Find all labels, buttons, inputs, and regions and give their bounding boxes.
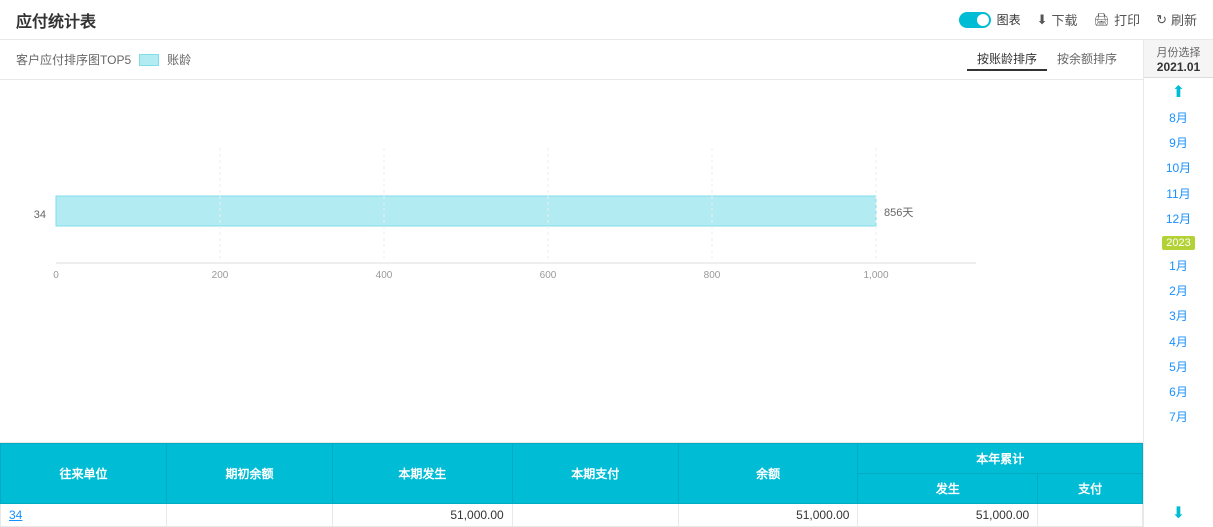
sort-tab-balance[interactable]: 按余额排序: [1047, 48, 1127, 71]
sidebar-label: 月份选择: [1148, 44, 1209, 60]
refresh-label: 刷新: [1171, 10, 1197, 29]
legend-box: [139, 54, 159, 66]
chart-toggle-group[interactable]: 图表: [959, 11, 1021, 28]
month-item-9[interactable]: 9月: [1144, 131, 1213, 156]
svg-text:800: 800: [704, 270, 721, 281]
month-item-3[interactable]: 3月: [1144, 304, 1213, 329]
chart-toggle-switch[interactable]: [959, 12, 991, 28]
download-button[interactable]: ⬇ 下载: [1037, 10, 1078, 29]
sort-tab-age[interactable]: 按账龄排序: [967, 48, 1047, 71]
svg-text:400: 400: [376, 270, 393, 281]
sidebar-header: 月份选择 2021.01: [1144, 40, 1213, 78]
bar-y-label: 34: [34, 209, 46, 221]
sidebar-scroll: ⬆ 8月 9月 10月 11月 12月 2023 1月 2月 3月 4月 5月 …: [1144, 78, 1213, 527]
th-unit: 往来单位: [1, 444, 167, 504]
print-icon: 🖨: [1094, 12, 1111, 28]
refresh-icon: ↻: [1156, 12, 1167, 28]
month-item-4[interactable]: 4月: [1144, 330, 1213, 355]
year-badge: 2023: [1162, 236, 1194, 250]
td-occurred: 51,000.00: [333, 504, 513, 527]
month-item-12[interactable]: 12月: [1144, 207, 1213, 232]
chart-canvas: 34 856天 0 200 400 600 800 1,000: [0, 80, 1143, 442]
td-opening: [167, 504, 333, 527]
bar-chart-svg: 34 856天 0 200 400 600 800 1,000: [16, 88, 1127, 318]
th-opening: 期初余额: [167, 444, 333, 504]
chart-legend: 客户应付排序图TOP5 账龄: [16, 51, 191, 68]
chart-toggle-label: 图表: [997, 11, 1021, 28]
scroll-down-arrow[interactable]: ⬇: [1144, 499, 1213, 527]
th-ytd-paid: 支付: [1038, 474, 1143, 504]
data-table: 往来单位 期初余额 本期发生 本期支付 余额 本年累计 发生 支付: [0, 443, 1143, 527]
th-paid: 本期支付: [512, 444, 678, 504]
right-sidebar: 月份选择 2021.01 ⬆ 8月 9月 10月 11月 12月 2023 1月…: [1143, 40, 1213, 527]
th-balance: 余额: [678, 444, 858, 504]
td-ytd-paid: [1038, 504, 1143, 527]
download-icon: ⬇: [1037, 12, 1048, 28]
bar-end-label: 856天: [884, 207, 913, 219]
scroll-up-arrow[interactable]: ⬆: [1144, 78, 1213, 106]
month-item-2[interactable]: 2月: [1144, 279, 1213, 304]
month-item-5[interactable]: 5月: [1144, 355, 1213, 380]
print-button[interactable]: 🖨 打印: [1094, 10, 1141, 29]
print-label: 打印: [1114, 10, 1140, 29]
sidebar-months: 8月 9月 10月 11月 12月 2023 1月 2月 3月 4月 5月 6月…: [1144, 106, 1213, 499]
refresh-button[interactable]: ↻ 刷新: [1156, 10, 1197, 29]
month-item-1[interactable]: 1月: [1144, 254, 1213, 279]
month-item-6[interactable]: 6月: [1144, 380, 1213, 405]
th-occurred: 本期发生: [333, 444, 513, 504]
th-ytd-occurred: 发生: [858, 474, 1038, 504]
svg-text:200: 200: [212, 270, 229, 281]
download-label: 下载: [1052, 10, 1078, 29]
header-actions: 图表 ⬇ 下载 🖨 打印 ↻ 刷新: [959, 10, 1197, 29]
td-ytd-occurred: 51,000.00: [858, 504, 1038, 527]
month-item-10[interactable]: 10月: [1144, 156, 1213, 181]
legend-text: 客户应付排序图TOP5: [16, 51, 131, 68]
bar-rect: [56, 196, 876, 226]
page-title: 应付统计表: [16, 8, 96, 32]
month-item-7[interactable]: 7月: [1144, 405, 1213, 430]
td-paid: [512, 504, 678, 527]
td-unit[interactable]: 34: [1, 504, 167, 527]
legend-item-label: 账龄: [167, 51, 191, 68]
svg-text:0: 0: [53, 270, 59, 281]
month-item-8[interactable]: 8月: [1144, 106, 1213, 131]
svg-text:1,000: 1,000: [863, 270, 888, 281]
td-balance: 51,000.00: [678, 504, 858, 527]
sort-tabs: 按账龄排序 按余额排序: [967, 48, 1127, 71]
th-ytd-group: 本年累计: [858, 444, 1143, 474]
svg-text:600: 600: [540, 270, 557, 281]
data-table-section: 往来单位 期初余额 本期发生 本期支付 余额 本年累计 发生 支付: [0, 442, 1143, 527]
sidebar-year: 2021.01: [1148, 60, 1209, 74]
month-item-11[interactable]: 11月: [1144, 182, 1213, 207]
table-row: 34 51,000.00 51,000.00 51,000.00: [1, 504, 1143, 527]
